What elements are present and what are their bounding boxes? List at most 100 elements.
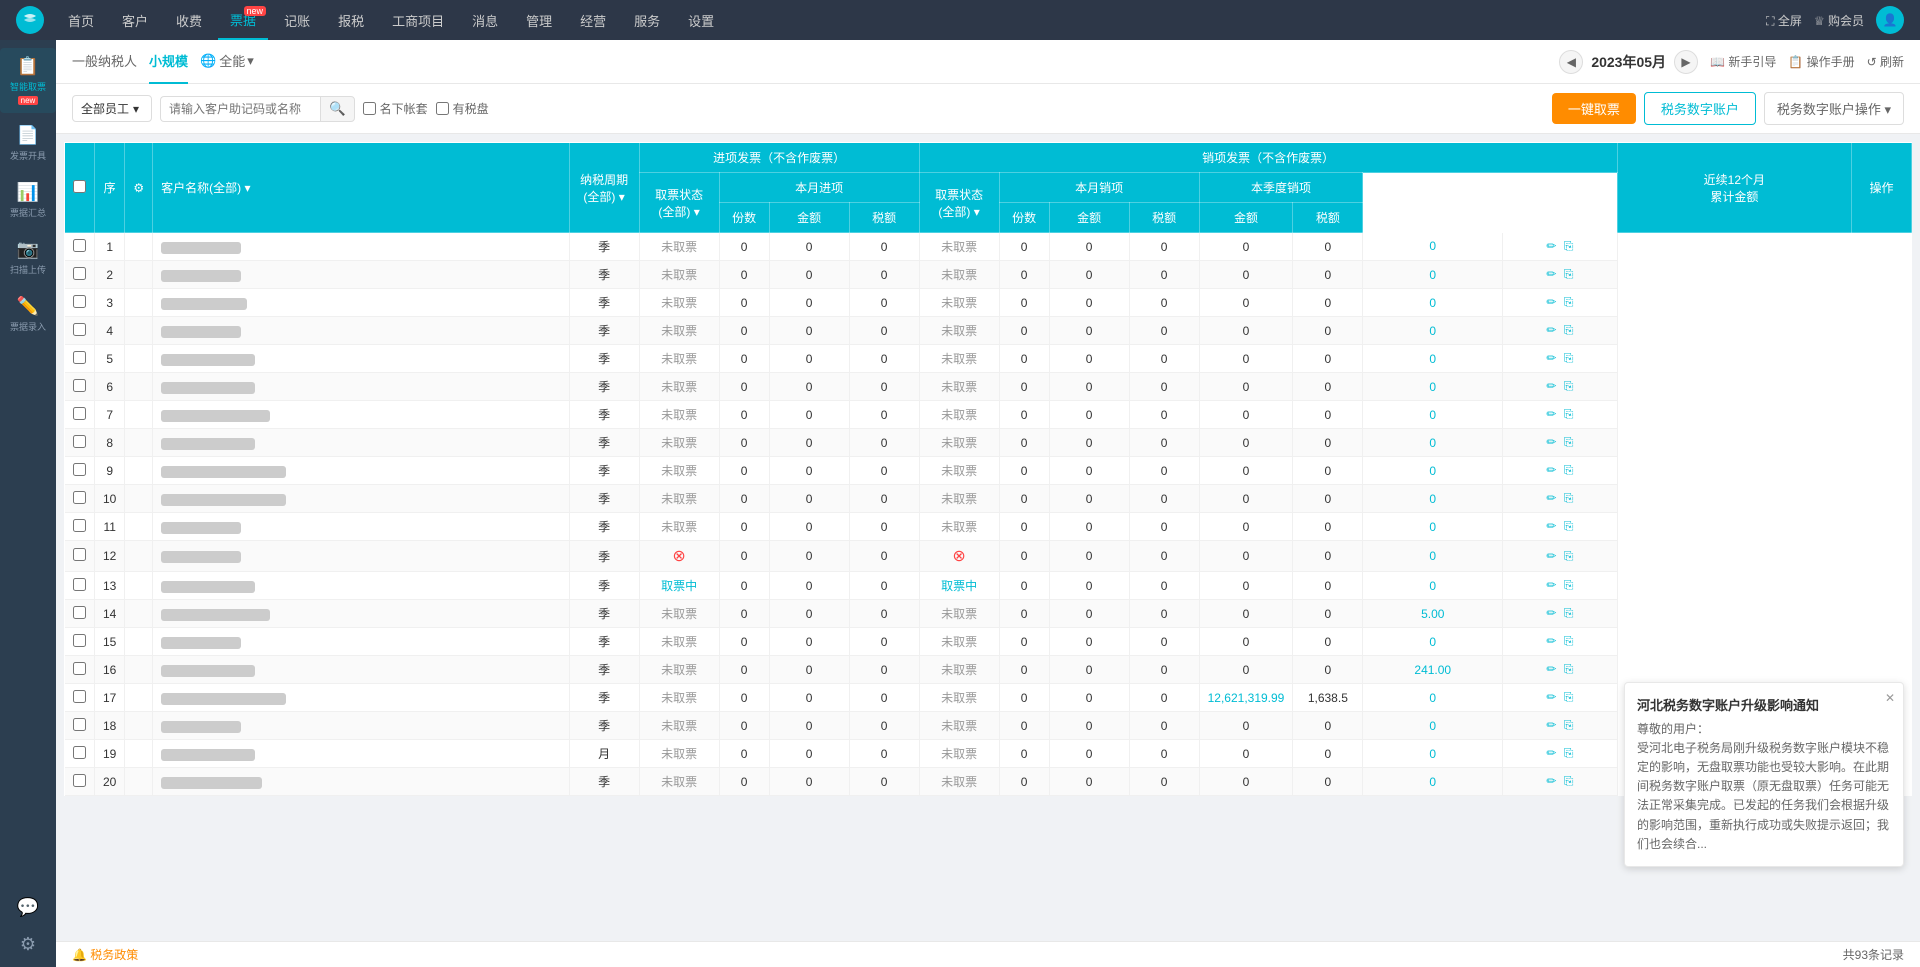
row-edit-icon[interactable]: ✏ [1546, 634, 1556, 648]
row-copy-icon[interactable]: ⎘ [1564, 295, 1574, 309]
digital-account-btn[interactable]: 税务数字账户 [1644, 92, 1756, 125]
row-copy-icon[interactable]: ⎘ [1564, 606, 1574, 620]
nav-item-industry[interactable]: 工商项目 [380, 0, 456, 40]
nav-item-accounting[interactable]: 记账 [272, 0, 322, 40]
row-copy-icon[interactable]: ⎘ [1564, 549, 1574, 563]
all-capable-dropdown[interactable]: ▾ [247, 53, 254, 69]
row-checkbox[interactable] [73, 774, 86, 787]
row-checkbox[interactable] [73, 662, 86, 675]
tax-policy-link[interactable]: 🔔 税务政策 [72, 946, 138, 963]
vip-btn[interactable]: ♕ 购会员 [1814, 12, 1864, 29]
row-copy-icon[interactable]: ⎘ [1564, 239, 1574, 253]
refresh-btn[interactable]: ↺ 刷新 [1867, 53, 1904, 70]
row-edit-icon[interactable]: ✏ [1546, 407, 1556, 421]
row-edit-icon[interactable]: ✏ [1546, 578, 1556, 592]
row-copy-icon[interactable]: ⎘ [1564, 662, 1574, 676]
row-copy-icon[interactable]: ⎘ [1564, 491, 1574, 505]
row-edit-icon[interactable]: ✏ [1546, 323, 1556, 337]
row-copy-icon[interactable]: ⎘ [1564, 774, 1574, 788]
has-taxdisk-checkbox[interactable] [436, 102, 449, 115]
row-checkbox[interactable] [73, 578, 86, 591]
th-tax-period[interactable]: 纳税周期(全部) ▾ [569, 143, 639, 233]
nav-item-ticket[interactable]: 票据 new [218, 0, 268, 40]
nav-item-client[interactable]: 客户 [110, 0, 160, 40]
row-checkbox[interactable] [73, 746, 86, 759]
row-edit-icon[interactable]: ✏ [1546, 690, 1556, 704]
period-next-btn[interactable]: ▶ [1674, 50, 1698, 74]
row-checkbox[interactable] [73, 606, 86, 619]
row-checkbox[interactable] [73, 519, 86, 532]
row-edit-icon[interactable]: ✏ [1546, 379, 1556, 393]
digital-account-op-btn[interactable]: 税务数字账户操作 ▾ [1764, 92, 1904, 125]
sidebar-bottom-icon1[interactable]: 💬 [17, 897, 39, 918]
row-checkbox[interactable] [73, 351, 86, 364]
row-edit-icon[interactable]: ✏ [1546, 549, 1556, 563]
row-edit-icon[interactable]: ✏ [1546, 519, 1556, 533]
row-edit-icon[interactable]: ✏ [1546, 295, 1556, 309]
row-edit-icon[interactable]: ✏ [1546, 351, 1556, 365]
row-edit-icon[interactable]: ✏ [1546, 774, 1556, 788]
tab-general-taxpayer[interactable]: 一般纳税人 [72, 40, 137, 84]
one-click-ticket-btn[interactable]: 一键取票 [1552, 93, 1636, 124]
guide-btn[interactable]: 📖 新手引导 [1710, 53, 1776, 70]
row-checkbox[interactable] [73, 295, 86, 308]
checkbox-my-accounts[interactable]: 名下帐套 [363, 100, 428, 117]
checkbox-has-taxdisk[interactable]: 有税盘 [436, 100, 489, 117]
row-checkbox[interactable] [73, 267, 86, 280]
row-checkbox[interactable] [73, 435, 86, 448]
row-checkbox[interactable] [73, 379, 86, 392]
row-edit-icon[interactable]: ✏ [1546, 435, 1556, 449]
row-copy-icon[interactable]: ⎘ [1564, 519, 1574, 533]
nav-item-operation[interactable]: 经营 [568, 0, 618, 40]
th-out-status[interactable]: 取票状态(全部) ▾ [919, 173, 999, 233]
row-edit-icon[interactable]: ✏ [1546, 491, 1556, 505]
app-logo[interactable] [16, 6, 44, 34]
th-settings[interactable]: ⚙ [125, 143, 153, 233]
row-edit-icon[interactable]: ✏ [1546, 267, 1556, 281]
row-checkbox[interactable] [73, 548, 86, 561]
nav-item-fee[interactable]: 收费 [164, 0, 214, 40]
row-edit-icon[interactable]: ✏ [1546, 662, 1556, 676]
row-checkbox[interactable] [73, 239, 86, 252]
row-edit-icon[interactable]: ✏ [1546, 606, 1556, 620]
manual-btn[interactable]: 📋 操作手册 [1788, 53, 1854, 70]
nav-item-tax[interactable]: 报税 [326, 0, 376, 40]
row-copy-icon[interactable]: ⎘ [1564, 463, 1574, 477]
employee-filter[interactable]: 全部员工 ▾ [72, 95, 152, 122]
row-copy-icon[interactable]: ⎘ [1564, 578, 1574, 592]
row-edit-icon[interactable]: ✏ [1546, 746, 1556, 760]
row-checkbox[interactable] [73, 463, 86, 476]
avatar[interactable]: 👤 [1876, 6, 1904, 34]
notification-close-btn[interactable]: ✕ [1885, 691, 1895, 705]
sidebar-item-smart-ticket[interactable]: 📋 智能取票 new [0, 48, 56, 113]
sidebar-item-scan[interactable]: 📷 扫描上传 [0, 231, 56, 284]
row-copy-icon[interactable]: ⎘ [1564, 351, 1574, 365]
search-input[interactable] [160, 96, 320, 122]
nav-item-message[interactable]: 消息 [460, 0, 510, 40]
row-copy-icon[interactable]: ⎘ [1564, 746, 1574, 760]
tab-small-scale[interactable]: 小规模 [149, 40, 188, 84]
nav-item-manage[interactable]: 管理 [514, 0, 564, 40]
row-copy-icon[interactable]: ⎘ [1564, 407, 1574, 421]
row-copy-icon[interactable]: ⎘ [1564, 690, 1574, 704]
th-in-status[interactable]: 取票状态(全部) ▾ [639, 173, 719, 233]
nav-item-settings[interactable]: 设置 [676, 0, 726, 40]
search-button[interactable]: 🔍 [320, 96, 355, 122]
select-all-checkbox[interactable] [73, 180, 86, 193]
row-checkbox[interactable] [73, 407, 86, 420]
tab-all-capable[interactable]: 🌐全能 ▾ [200, 40, 254, 84]
row-checkbox[interactable] [73, 690, 86, 703]
row-checkbox[interactable] [73, 323, 86, 336]
period-prev-btn[interactable]: ◀ [1559, 50, 1583, 74]
sidebar-item-entry[interactable]: ✏️ 票据录入 [0, 288, 56, 341]
row-checkbox[interactable] [73, 634, 86, 647]
sidebar-item-invoice-open[interactable]: 📄 发票开具 [0, 117, 56, 170]
sidebar-bottom-icon2[interactable]: ⚙ [20, 934, 36, 955]
my-accounts-checkbox[interactable] [363, 102, 376, 115]
row-edit-icon[interactable]: ✏ [1546, 718, 1556, 732]
fullscreen-btn[interactable]: ⛶ 全屏 [1766, 12, 1802, 29]
row-copy-icon[interactable]: ⎘ [1564, 435, 1574, 449]
nav-item-service[interactable]: 服务 [622, 0, 672, 40]
nav-item-home[interactable]: 首页 [56, 0, 106, 40]
row-copy-icon[interactable]: ⎘ [1564, 379, 1574, 393]
